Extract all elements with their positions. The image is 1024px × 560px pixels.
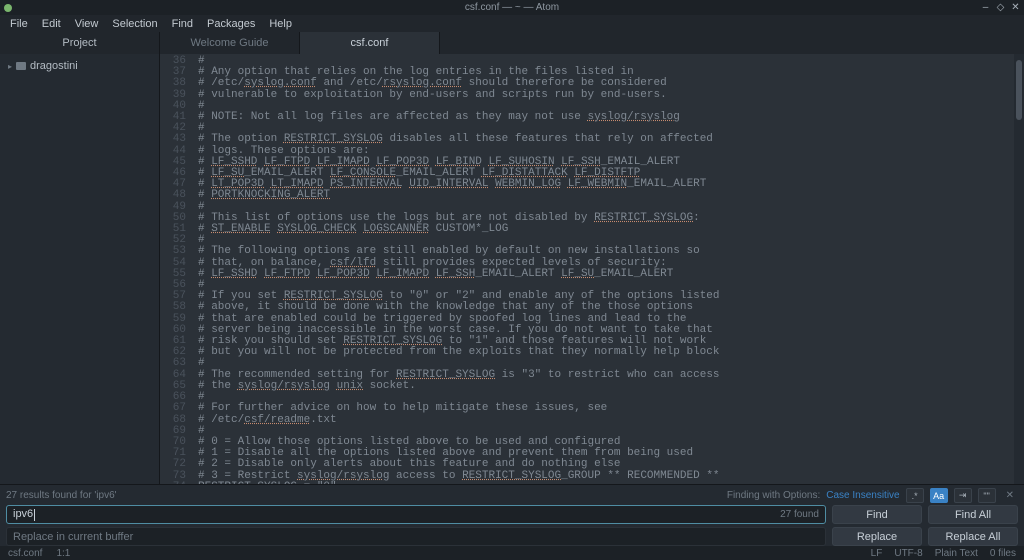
tabs-row: Project Welcome Guidecsf.conf: [0, 32, 1024, 54]
code-area[interactable]: ## Any option that relies on the log ent…: [192, 54, 1014, 484]
menu-find[interactable]: Find: [166, 17, 199, 31]
menu-file[interactable]: File: [4, 17, 34, 31]
tree-root-label: dragostini: [30, 60, 78, 72]
find-options-label: Finding with Options:: [727, 490, 820, 501]
find-input-value: ipv6: [13, 508, 35, 520]
vertical-scrollbar[interactable]: [1014, 54, 1024, 484]
code-line[interactable]: RESTRICT_SYSLOG = "0": [192, 482, 1014, 484]
main-area: ▸ dragostini 363738394041424344454647484…: [0, 54, 1024, 484]
maximize-icon[interactable]: ◇: [996, 3, 1005, 12]
statusbar: csf.conf 1:1 LF UTF-8 Plain Text 0 files: [0, 546, 1024, 560]
status-pos[interactable]: 1:1: [56, 548, 70, 559]
find-input[interactable]: ipv6 27 found: [6, 505, 826, 524]
code-line[interactable]: # the syslog/rsyslog unix socket.: [192, 381, 1014, 392]
menu-packages[interactable]: Packages: [201, 17, 261, 31]
menu-view[interactable]: View: [69, 17, 105, 31]
case-toggle[interactable]: Aa: [930, 488, 948, 503]
replace-input[interactable]: Replace in current buffer: [6, 527, 826, 546]
window-controls: – ◇ ✕: [981, 3, 1020, 12]
chevron-right-icon: ▸: [8, 62, 12, 71]
code-line[interactable]: # NOTE: Not all log files are affected a…: [192, 112, 1014, 123]
code-line[interactable]: # PORTKNOCKING_ALERT: [192, 190, 1014, 201]
project-header: Project: [0, 32, 160, 54]
minimize-icon[interactable]: –: [981, 3, 990, 12]
status-grammar[interactable]: Plain Text: [935, 548, 978, 559]
find-status-text: 27 results found for 'ipv6': [6, 490, 117, 501]
code-line[interactable]: # vulnerable to exploitation by end-user…: [192, 90, 1014, 101]
close-icon[interactable]: ✕: [1011, 3, 1020, 12]
menu-edit[interactable]: Edit: [36, 17, 67, 31]
menu-selection[interactable]: Selection: [106, 17, 163, 31]
code-line[interactable]: # LF_SSHD LF_FTPD LF_POP3D LF_IMAPD LF_S…: [192, 269, 1014, 280]
code-line[interactable]: #: [192, 358, 1014, 369]
regex-toggle[interactable]: .*: [906, 488, 924, 503]
code-line[interactable]: # The option RESTRICT_SYSLOG disables al…: [192, 134, 1014, 145]
status-files[interactable]: 0 files: [990, 548, 1016, 559]
find-all-button[interactable]: Find All: [928, 505, 1018, 524]
selection-toggle[interactable]: ⇥: [954, 488, 972, 503]
status-eol[interactable]: LF: [871, 548, 883, 559]
window-title: csf.conf — ~ — Atom: [0, 2, 1024, 13]
gutter: 3637383940414243444546474849505152535455…: [160, 54, 192, 484]
tree-root-item[interactable]: ▸ dragostini: [0, 58, 159, 74]
titlebar: csf.conf — ~ — Atom – ◇ ✕: [0, 0, 1024, 15]
find-count-label: 27 found: [780, 509, 819, 520]
code-line[interactable]: # above, it should be done with the know…: [192, 302, 1014, 313]
code-line[interactable]: # ST_ENABLE SYSLOG_CHECK LOGSCANNER CUST…: [192, 224, 1014, 235]
menubar: FileEditViewSelectionFindPackagesHelp: [0, 15, 1024, 32]
code-line[interactable]: # For further advice on how to help miti…: [192, 403, 1014, 414]
tab-welcome-guide[interactable]: Welcome Guide: [160, 32, 300, 54]
status-encoding[interactable]: UTF-8: [894, 548, 922, 559]
whole-word-toggle[interactable]: "": [978, 488, 996, 503]
editor[interactable]: 3637383940414243444546474849505152535455…: [160, 54, 1024, 484]
status-file[interactable]: csf.conf: [8, 548, 42, 559]
replace-placeholder: Replace in current buffer: [13, 531, 133, 543]
find-panel: 27 results found for 'ipv6' Finding with…: [0, 484, 1024, 546]
menu-help[interactable]: Help: [263, 17, 298, 31]
close-find-icon[interactable]: ✕: [1002, 490, 1018, 501]
tab-csf-conf[interactable]: csf.conf: [300, 32, 440, 54]
code-line[interactable]: # The following options are still enable…: [192, 246, 1014, 257]
code-line[interactable]: # /etc/csf/readme.txt: [192, 415, 1014, 426]
scrollbar-thumb[interactable]: [1016, 60, 1022, 120]
find-options-group: Finding with Options: Case Insensitive .…: [727, 488, 1018, 503]
replace-button[interactable]: Replace: [832, 527, 922, 546]
folder-icon: [16, 62, 26, 70]
replace-all-button[interactable]: Replace All: [928, 527, 1018, 546]
find-case-mode: Case Insensitive: [826, 490, 899, 501]
code-line[interactable]: # /etc/syslog.conf and /etc/rsyslog.conf…: [192, 78, 1014, 89]
project-sidebar: ▸ dragostini: [0, 54, 160, 484]
code-line[interactable]: # but you will not be protected from the…: [192, 347, 1014, 358]
find-button[interactable]: Find: [832, 505, 922, 524]
